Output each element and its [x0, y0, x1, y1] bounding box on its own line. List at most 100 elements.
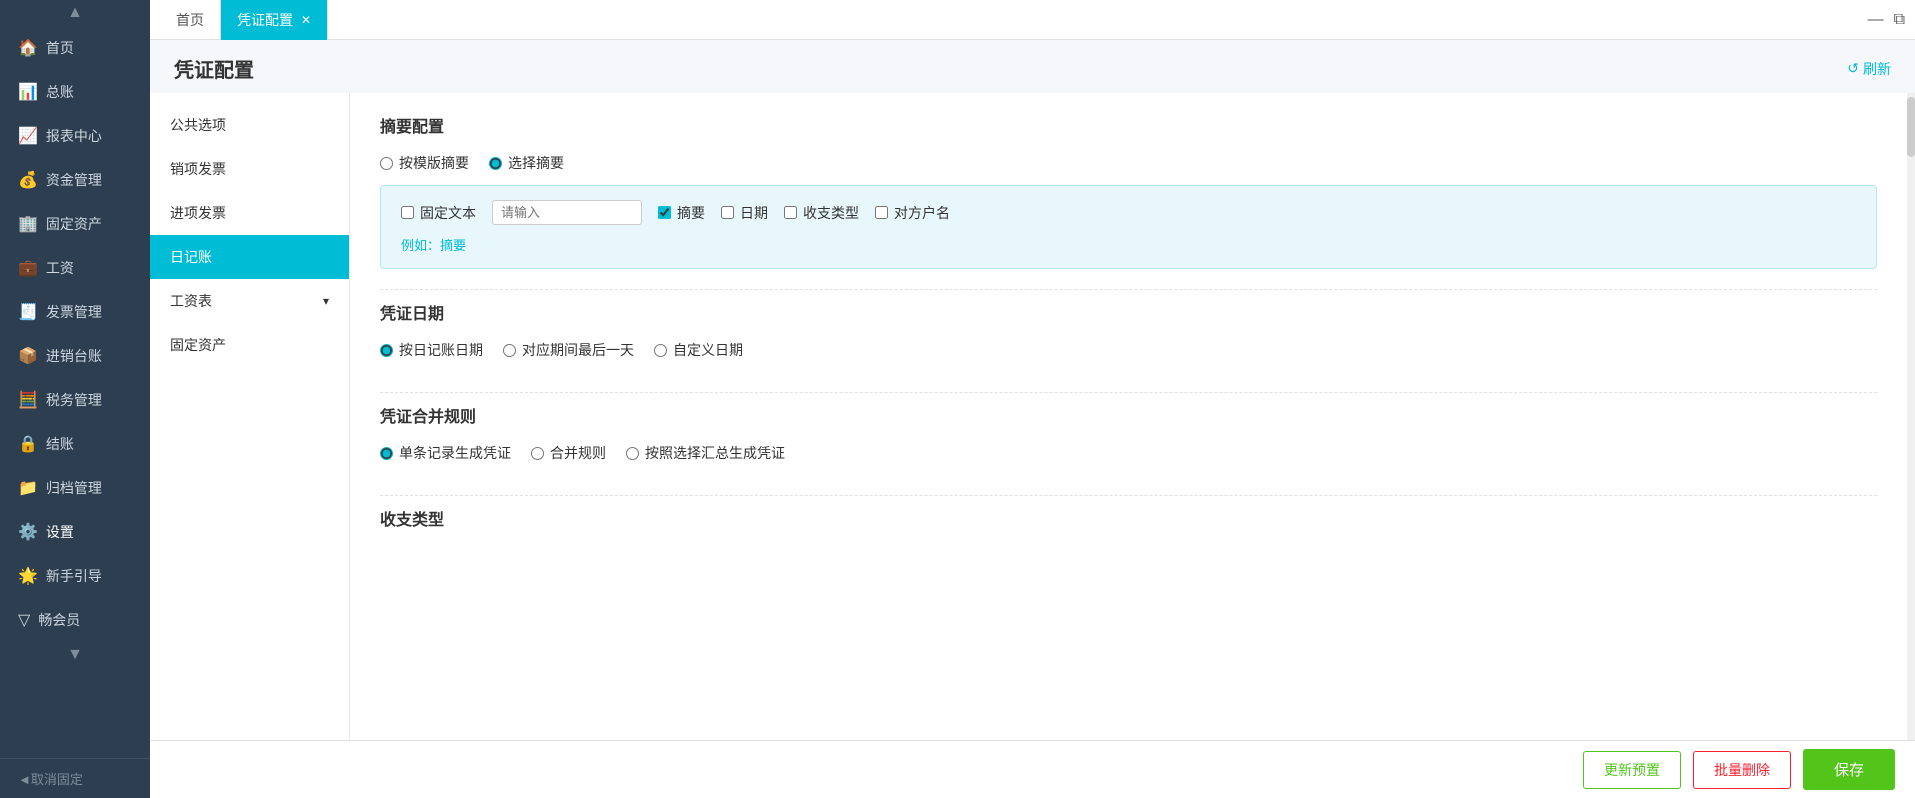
merge-by-selection-label[interactable]: 按照选择汇总生成凭证 [626, 443, 785, 463]
voucher-date-section: 凭证日期 按日记账日期 对应期间最后一天 自定义日期 [380, 300, 1877, 393]
voucher-date-journal-label[interactable]: 按日记账日期 [380, 340, 483, 360]
closing-icon: 🔒 [18, 434, 38, 454]
archive-icon: 📁 [18, 478, 38, 498]
voucher-date-last-day-radio[interactable] [503, 344, 516, 357]
voucher-date-journal-radio[interactable] [380, 344, 393, 357]
reports-icon: 📈 [18, 126, 38, 146]
left-nav-public[interactable]: 公共选项 [150, 103, 349, 147]
tax-icon: 🧮 [18, 390, 38, 410]
sidebar-item-purchase[interactable]: 📦 进销台账 [0, 334, 150, 378]
summary-mode-choose-radio[interactable] [489, 157, 502, 170]
merge-rules-title: 凭证合并规则 [380, 403, 1877, 427]
content-area: 公共选项 销项发票 进项发票 日记账 工资表 ▾ 固定资产 摘要配置 [150, 93, 1915, 740]
window-restore-button[interactable]: ⧉ [1894, 11, 1905, 29]
sidebar-item-settings[interactable]: ⚙️ 设置 [0, 510, 150, 554]
summary-fields-row: 固定文本 摘要 日期 收支类型 [401, 200, 1856, 225]
sidebar-unpin[interactable]: ◄取消固定 [0, 758, 150, 798]
summary-label[interactable]: 摘要 [658, 203, 705, 223]
save-button[interactable]: 保存 [1803, 749, 1895, 790]
fixed-text-label[interactable]: 固定文本 [401, 203, 476, 223]
income-type-label[interactable]: 收支类型 [784, 203, 859, 223]
invoice-icon: 🧾 [18, 302, 38, 322]
sidebar: ▲ 🏠 首页 📊 总账 📈 报表中心 💰 资金管理 🏢 固定资产 💼 工资 🧾 … [0, 0, 150, 798]
sidebar-item-funds[interactable]: 💰 资金管理 [0, 158, 150, 202]
member-icon: ▽ [18, 610, 30, 630]
voucher-date-custom-label[interactable]: 自定义日期 [654, 340, 743, 360]
guide-icon: 🌟 [18, 566, 38, 586]
sidebar-item-closing[interactable]: 🔒 结账 [0, 422, 150, 466]
update-preview-button[interactable]: 更新预置 [1583, 751, 1681, 789]
fixed-text-checkbox[interactable] [401, 206, 414, 219]
sidebar-item-reports[interactable]: 📈 报表中心 [0, 114, 150, 158]
tab-close-voucher[interactable]: ✕ [301, 13, 311, 27]
merge-rule-radio[interactable] [531, 447, 544, 460]
counterpart-label[interactable]: 对方户名 [875, 203, 950, 223]
sidebar-item-salary[interactable]: 💼 工资 [0, 246, 150, 290]
chevron-down-icon: ▾ [323, 294, 329, 308]
voucher-date-last-day-label[interactable]: 对应期间最后一天 [503, 340, 634, 360]
left-nav-purchase[interactable]: 进项发票 [150, 191, 349, 235]
merge-rules-section: 凭证合并规则 单条记录生成凭证 合并规则 按照选择汇总生成凭证 [380, 403, 1877, 496]
sidebar-scroll-up[interactable]: ▲ [0, 0, 150, 26]
scrollbar-thumb[interactable] [1907, 97, 1915, 157]
counterpart-checkbox[interactable] [875, 206, 888, 219]
left-nav: 公共选项 销项发票 进项发票 日记账 工资表 ▾ 固定资产 [150, 93, 350, 740]
scrollbar-track [1907, 93, 1915, 740]
date-checkbox[interactable] [721, 206, 734, 219]
merge-single-label[interactable]: 单条记录生成凭证 [380, 443, 511, 463]
left-nav-fixed[interactable]: 固定资产 [150, 323, 349, 367]
main-area: 首页 凭证配置 ✕ — ⧉ 凭证配置 ↺ 刷新 公共选项 销项发票 进 [150, 0, 1915, 798]
merge-by-selection-radio[interactable] [626, 447, 639, 460]
purchase-icon: 📦 [18, 346, 38, 366]
sidebar-item-ledger[interactable]: 📊 总账 [0, 70, 150, 114]
date-label[interactable]: 日期 [721, 203, 768, 223]
fixed-text-input[interactable] [492, 200, 642, 225]
sidebar-item-archive[interactable]: 📁 归档管理 [0, 466, 150, 510]
voucher-date-title: 凭证日期 [380, 300, 1877, 324]
sidebar-item-home[interactable]: 🏠 首页 [0, 26, 150, 70]
sidebar-item-guide[interactable]: 🌟 新手引导 [0, 554, 150, 598]
page-header: 凭证配置 ↺ 刷新 [150, 40, 1915, 93]
sidebar-item-member[interactable]: ▽ 畅会员 [0, 598, 150, 642]
home-icon: 🏠 [18, 38, 38, 58]
batch-delete-button[interactable]: 批量删除 [1693, 751, 1791, 789]
summary-mode-template-radio[interactable] [380, 157, 393, 170]
page-title: 凭证配置 [174, 54, 254, 83]
refresh-icon: ↺ [1847, 60, 1859, 77]
ledger-icon: 📊 [18, 82, 38, 102]
summary-checkbox[interactable] [658, 206, 671, 219]
sidebar-item-assets[interactable]: 🏢 固定资产 [0, 202, 150, 246]
income-type-checkbox[interactable] [784, 206, 797, 219]
merge-rule-label[interactable]: 合并规则 [531, 443, 606, 463]
window-minimize-button[interactable]: — [1868, 11, 1884, 29]
tab-voucher[interactable]: 凭证配置 ✕ [221, 0, 328, 40]
summary-config-title: 摘要配置 [380, 113, 1877, 137]
income-type-section: 收支类型 [380, 506, 1877, 566]
voucher-date-options: 按日记账日期 对应期间最后一天 自定义日期 [380, 340, 1877, 360]
left-nav-journal[interactable]: 日记账 [150, 235, 349, 279]
left-nav-sales[interactable]: 销项发票 [150, 147, 349, 191]
tab-actions: — ⧉ [1868, 11, 1905, 29]
voucher-date-custom-radio[interactable] [654, 344, 667, 357]
summary-box: 固定文本 摘要 日期 收支类型 [380, 185, 1877, 269]
income-type-title: 收支类型 [380, 506, 1877, 530]
sidebar-scroll-down[interactable]: ▼ [0, 642, 150, 668]
bottom-bar: 更新预置 批量删除 保存 [150, 740, 1915, 798]
left-nav-salary[interactable]: 工资表 ▾ [150, 279, 349, 323]
salary-icon: 💼 [18, 258, 38, 278]
funds-icon: 💰 [18, 170, 38, 190]
assets-icon: 🏢 [18, 214, 38, 234]
refresh-button[interactable]: ↺ 刷新 [1847, 59, 1891, 79]
summary-mode-template-label[interactable]: 按模版摘要 [380, 153, 469, 173]
summary-example: 例如：摘要 [401, 235, 1856, 254]
merge-single-radio[interactable] [380, 447, 393, 460]
summary-mode-choose-label[interactable]: 选择摘要 [489, 153, 564, 173]
summary-config-section: 摘要配置 按模版摘要 选择摘要 固定文本 [380, 113, 1877, 290]
tab-bar: 首页 凭证配置 ✕ — ⧉ [150, 0, 1915, 40]
settings-icon: ⚙️ [18, 522, 38, 542]
sidebar-item-tax[interactable]: 🧮 税务管理 [0, 378, 150, 422]
sidebar-item-invoice[interactable]: 🧾 发票管理 [0, 290, 150, 334]
right-content: 摘要配置 按模版摘要 选择摘要 固定文本 [350, 93, 1907, 740]
tab-home[interactable]: 首页 [160, 0, 221, 40]
merge-rules-options: 单条记录生成凭证 合并规则 按照选择汇总生成凭证 [380, 443, 1877, 463]
